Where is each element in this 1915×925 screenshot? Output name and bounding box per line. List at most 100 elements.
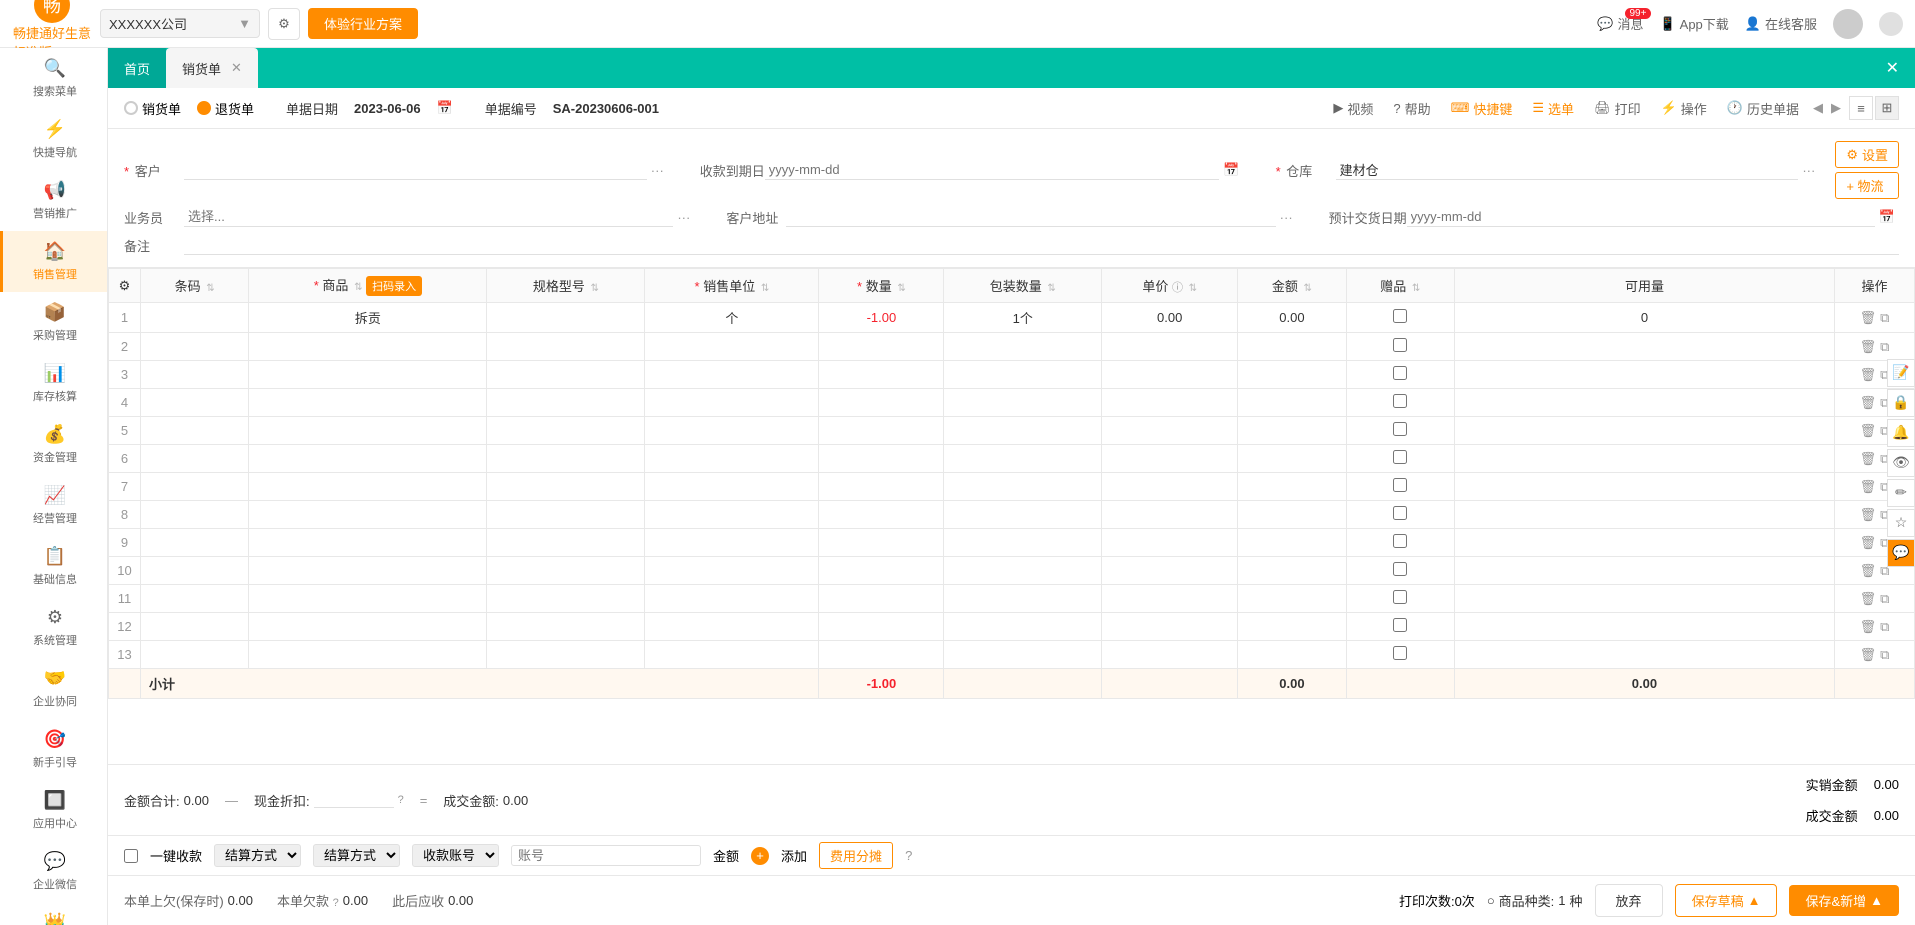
layout-list-button[interactable]: ≡: [1849, 96, 1873, 120]
gift-checkbox-5[interactable]: [1393, 422, 1407, 436]
gift-checkbox-7[interactable]: [1393, 478, 1407, 492]
cash-discount-info-icon[interactable]: ?: [398, 794, 404, 806]
gift-checkbox-13[interactable]: [1393, 646, 1407, 660]
cell-barcode-2[interactable]: [141, 333, 249, 361]
sidebar-item-enterprise[interactable]: 🤝 企业协同: [0, 658, 107, 719]
delete-icon-5[interactable]: 🗑: [1860, 423, 1877, 439]
shortcut-button[interactable]: ⌨ 快捷键: [1445, 97, 1519, 120]
radio-return-order[interactable]: 退货单: [197, 99, 254, 118]
save-new-dropdown-icon[interactable]: ▲: [1870, 893, 1883, 908]
trial-button[interactable]: 体验行业方案: [308, 8, 418, 39]
customer-address-input[interactable]: [786, 207, 1275, 227]
gift-checkbox-4[interactable]: [1393, 394, 1407, 408]
th-pkg-sort-icon[interactable]: ⇅: [1047, 283, 1055, 294]
cell-qty-2[interactable]: [819, 333, 944, 361]
copy-icon-13[interactable]: ⧉: [1880, 647, 1889, 663]
sidebar-item-operations[interactable]: 📈 经营管理: [0, 475, 107, 536]
settings-button[interactable]: ⚙ 设置: [1835, 141, 1899, 168]
salesperson-input[interactable]: [184, 207, 673, 227]
save-new-button[interactable]: 保存&新增 ▲: [1789, 885, 1899, 916]
cell-barcode-1[interactable]: [141, 303, 249, 333]
copy-icon-12[interactable]: ⧉: [1880, 619, 1889, 635]
history-button[interactable]: 🕐 历史单据: [1721, 97, 1805, 120]
account-input[interactable]: [511, 845, 701, 866]
gift-checkbox-11[interactable]: [1393, 590, 1407, 604]
salesperson-dots-icon[interactable]: ···: [673, 210, 694, 225]
delete-icon-12[interactable]: 🗑: [1860, 619, 1877, 635]
cell-qty-1[interactable]: -1.00: [819, 303, 944, 333]
expense-split-button[interactable]: 费用分摊: [819, 842, 893, 869]
th-amount-sort-icon[interactable]: ⇅: [1304, 283, 1312, 294]
gift-checkbox-2[interactable]: [1393, 338, 1407, 352]
th-gift-sort-icon[interactable]: ⇅: [1412, 283, 1420, 294]
cell-unit-2[interactable]: [645, 333, 819, 361]
warehouse-dots-icon[interactable]: ···: [1798, 163, 1819, 178]
receive-date-calendar-icon[interactable]: 📅: [1219, 162, 1243, 178]
cell-pkg-qty-1[interactable]: 1个: [944, 303, 1102, 333]
cell-pkg-qty-2[interactable]: [944, 333, 1102, 361]
delete-icon-7[interactable]: 🗑: [1860, 479, 1877, 495]
delete-icon-11[interactable]: 🗑: [1860, 591, 1877, 607]
cell-gift-1[interactable]: [1346, 303, 1454, 333]
float-btn-6[interactable]: ☆: [1887, 509, 1915, 537]
gift-checkbox-8[interactable]: [1393, 506, 1407, 520]
one-click-payment-checkbox[interactable]: [124, 849, 138, 863]
nav-prev-icon[interactable]: ◀: [1813, 100, 1823, 116]
save-draft-button[interactable]: 保存草稿 ▲: [1675, 884, 1778, 917]
delete-icon-9[interactable]: 🗑: [1860, 535, 1877, 551]
th-settings[interactable]: ⚙: [109, 269, 141, 303]
sidebar-item-marketing[interactable]: 📢 营销推广: [0, 170, 107, 231]
help-button[interactable]: ? 帮助: [1387, 97, 1436, 120]
gift-checkbox-10[interactable]: [1393, 562, 1407, 576]
save-draft-dropdown-icon[interactable]: ▲: [1748, 893, 1761, 908]
delete-icon-4[interactable]: 🗑: [1860, 395, 1877, 411]
th-unit-sort-icon[interactable]: ⇅: [761, 283, 769, 294]
delete-icon-1[interactable]: 🗑: [1860, 310, 1877, 326]
cell-unit-1[interactable]: 个: [645, 303, 819, 333]
product-type-radio[interactable]: ○: [1487, 893, 1495, 908]
expected-date-input[interactable]: [1407, 207, 1875, 227]
scan-button[interactable]: 扫码录入: [366, 276, 422, 296]
copy-icon-11[interactable]: ⧉: [1880, 591, 1889, 607]
sidebar-item-purchase[interactable]: 📦 采购管理: [0, 292, 107, 353]
layout-grid-button[interactable]: ⊞: [1875, 96, 1899, 120]
sidebar-item-quick-nav[interactable]: ⚡ 快捷导航: [0, 109, 107, 170]
tab-close-icon[interactable]: ✕: [231, 60, 242, 76]
sidebar-item-inventory[interactable]: 📊 库存核算: [0, 353, 107, 414]
discard-button[interactable]: 放弃: [1595, 884, 1663, 917]
app-download-button[interactable]: 📱 App下载: [1659, 14, 1728, 33]
nav-next-icon[interactable]: ▶: [1831, 100, 1841, 116]
radio-sales-order[interactable]: 销货单: [124, 99, 181, 118]
total-owe-info-icon[interactable]: ?: [333, 897, 339, 909]
delete-icon-2[interactable]: 🗑: [1860, 339, 1877, 355]
th-product-sort-icon[interactable]: ⇅: [354, 282, 362, 293]
cell-amount-2[interactable]: [1238, 333, 1346, 361]
float-btn-7[interactable]: 💬: [1887, 539, 1915, 567]
th-qty-sort-icon[interactable]: ⇅: [897, 283, 905, 294]
gift-checkbox-3[interactable]: [1393, 366, 1407, 380]
float-btn-2[interactable]: 🔒: [1887, 389, 1915, 417]
copy-icon-1[interactable]: ⧉: [1880, 310, 1889, 326]
th-barcode-sort-icon[interactable]: ⇅: [206, 283, 214, 294]
avatar[interactable]: [1833, 9, 1863, 39]
add-payment-button[interactable]: +: [751, 847, 769, 865]
customer-input[interactable]: [184, 160, 647, 180]
gift-checkbox-9[interactable]: [1393, 534, 1407, 548]
gift-checkbox-6[interactable]: [1393, 450, 1407, 464]
float-btn-1[interactable]: 📝: [1887, 359, 1915, 387]
sidebar-item-base[interactable]: 📋 基础信息: [0, 536, 107, 597]
calc-method-select[interactable]: 结算方式: [313, 844, 400, 867]
cash-discount-input[interactable]: [314, 792, 394, 808]
cell-price-1[interactable]: 0.00: [1102, 303, 1238, 333]
float-btn-3[interactable]: 🔔: [1887, 419, 1915, 447]
delete-icon-13[interactable]: 🗑: [1860, 647, 1877, 663]
th-price-sort-icon[interactable]: ⇅: [1189, 283, 1197, 294]
sidebar-item-wechat[interactable]: 💬 企业微信: [0, 841, 107, 902]
cell-gift-2[interactable]: [1346, 333, 1454, 361]
cell-amount-1[interactable]: 0.00: [1238, 303, 1346, 333]
settings-icon[interactable]: ⚙: [268, 8, 300, 40]
cell-product-1[interactable]: 拆贡: [249, 303, 487, 333]
delete-icon-8[interactable]: 🗑: [1860, 507, 1877, 523]
tab-home[interactable]: 首页: [108, 48, 166, 88]
gift-checkbox-12[interactable]: [1393, 618, 1407, 632]
